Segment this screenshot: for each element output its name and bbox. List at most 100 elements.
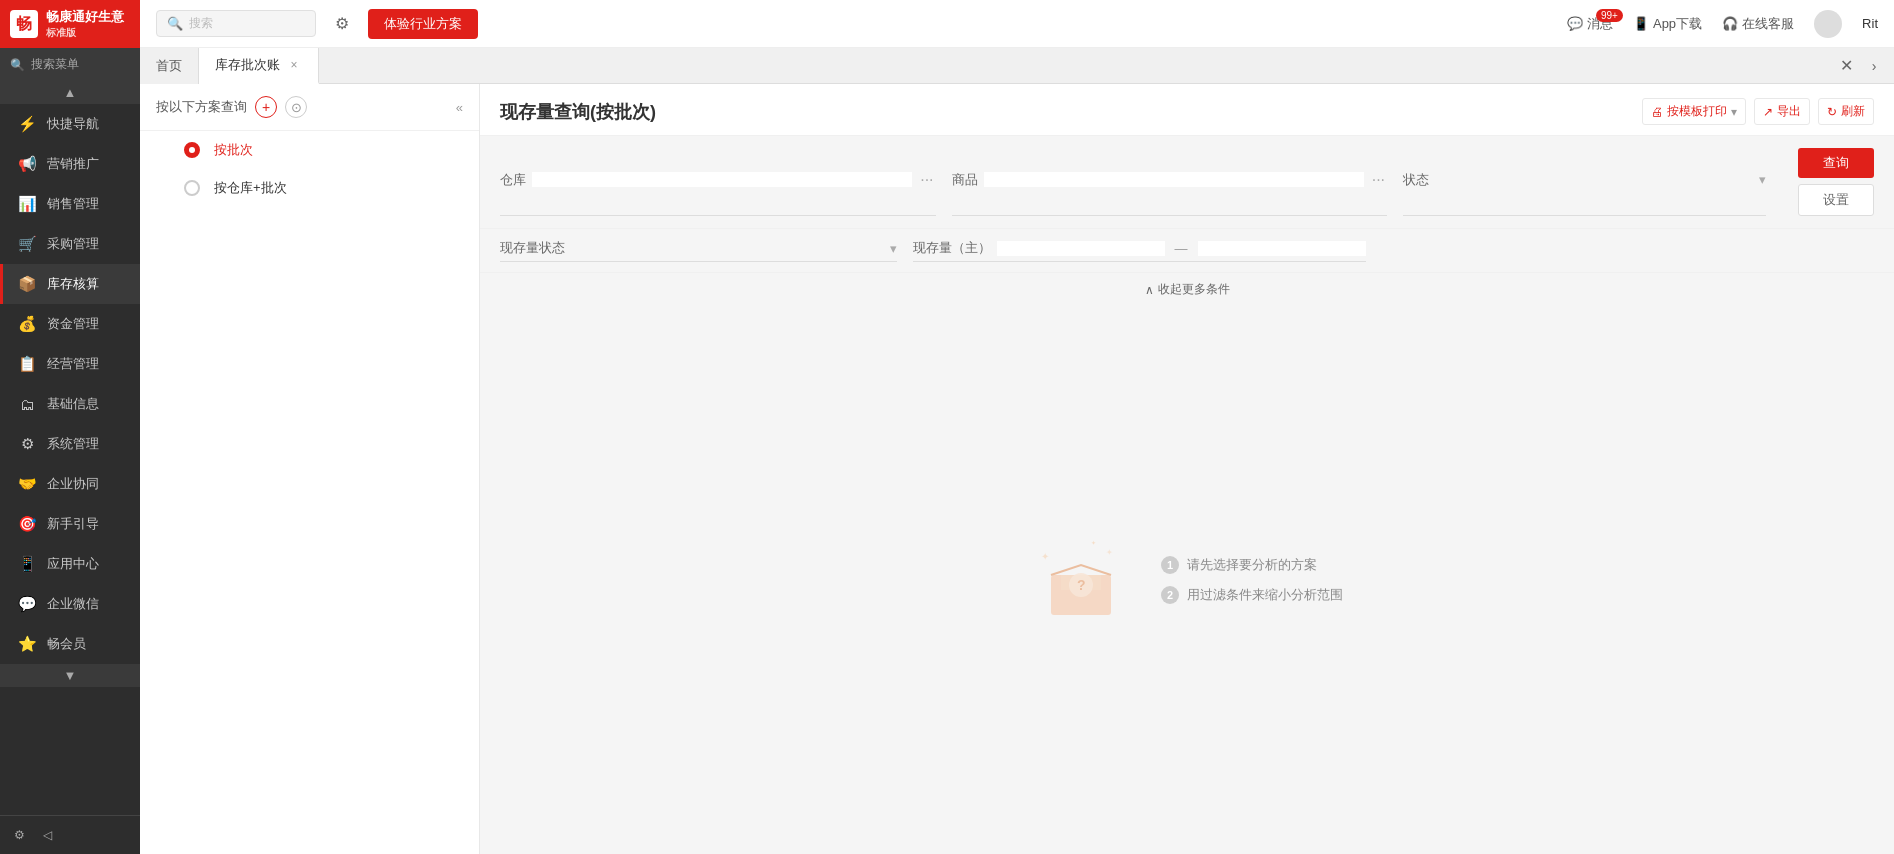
app-download-label: App下载 xyxy=(1653,15,1702,33)
sidebar-item-finance[interactable]: 💰 资金管理 xyxy=(0,304,140,344)
inventory-status-dropdown[interactable]: ▾ xyxy=(571,239,897,257)
status-field: 状态 ▾ xyxy=(1403,148,1766,216)
empty-state: ? ✦ ✦ ✦ 1 请先选择要分析的方案 2 用过滤条件来缩小分析范围 xyxy=(480,306,1894,854)
filter-option-warehouse-batch[interactable]: 按仓库+批次 xyxy=(140,169,479,207)
query-set-btns: 查询 设置 xyxy=(1782,148,1874,216)
topbar-search-icon: 🔍 xyxy=(167,16,183,31)
goods-input[interactable] xyxy=(984,172,1364,187)
sidebar-item-label: 经营管理 xyxy=(47,355,99,373)
filter-panel-header: 按以下方案查询 + ⊙ « xyxy=(140,84,479,131)
tab-close-btn[interactable]: × xyxy=(286,57,302,73)
status-dropdown-icon: ▾ xyxy=(1759,172,1766,187)
sidebar-search[interactable]: 🔍 搜索菜单 xyxy=(0,48,140,81)
search-icon: 🔍 xyxy=(10,58,25,72)
sidebar-item-quicknav[interactable]: ⚡ 快捷导航 xyxy=(0,104,140,144)
refresh-label: 刷新 xyxy=(1841,103,1865,120)
inventory-qty-label: 现存量（主） xyxy=(913,239,991,257)
sidebar-item-basic[interactable]: 🗂 基础信息 xyxy=(0,384,140,424)
goods-more-icon[interactable]: ··· xyxy=(1370,171,1387,189)
goods-label: 商品 xyxy=(952,171,978,189)
print-dropdown-icon[interactable]: ▾ xyxy=(1731,105,1737,119)
phone-icon: 📱 xyxy=(1633,16,1649,31)
messages-action[interactable]: 💬 消息 99+ xyxy=(1567,15,1613,33)
empty-tip-1: 1 请先选择要分析的方案 xyxy=(1161,556,1343,574)
enterprise-icon: 🤝 xyxy=(17,474,37,494)
page-title: 现存量查询(按批次) xyxy=(500,100,1642,124)
sidebar-item-business[interactable]: 📋 经营管理 xyxy=(0,344,140,384)
inventory-icon: 📦 xyxy=(17,274,37,294)
sidebar-settings-icon[interactable]: ⚙ xyxy=(10,824,29,846)
topbar-gear-icon[interactable]: ⚙ xyxy=(328,10,356,38)
settings-button[interactable]: 设置 xyxy=(1798,184,1874,216)
filter-option-label: 按批次 xyxy=(214,141,253,159)
refresh-btn[interactable]: ↻ 刷新 xyxy=(1818,98,1874,125)
empty-illustration: ? ✦ ✦ ✦ xyxy=(1031,530,1131,630)
tab-inventory-batch[interactable]: 库存批次账 × xyxy=(199,48,319,84)
inventory-qty-from[interactable] xyxy=(997,241,1165,256)
sidebar-item-label: 应用中心 xyxy=(47,555,99,573)
business-icon: 📋 xyxy=(17,354,37,374)
basic-icon: 🗂 xyxy=(17,394,37,414)
export-btn[interactable]: ↗ 导出 xyxy=(1754,98,1810,125)
app-logo: 畅 xyxy=(10,10,38,38)
collapse-more-btn[interactable]: ∧ 收起更多条件 xyxy=(480,273,1894,306)
username[interactable]: Rit xyxy=(1862,16,1878,31)
page-title-actions: 🖨 按模板打印 ▾ ↗ 导出 ↻ 刷新 xyxy=(1642,98,1874,125)
status-dropdown[interactable]: ▾ xyxy=(1435,171,1766,189)
sidebar-item-label: 库存核算 xyxy=(47,275,99,293)
warehouse-more-icon[interactable]: ··· xyxy=(918,171,935,189)
scroll-down-btn[interactable]: ▼ xyxy=(0,664,140,687)
tip-text-1: 请先选择要分析的方案 xyxy=(1187,556,1317,574)
svg-text:?: ? xyxy=(1077,577,1086,593)
print-icon: 🖨 xyxy=(1651,105,1663,119)
print-btn[interactable]: 🖨 按模板打印 ▾ xyxy=(1642,98,1746,125)
tabs-bar: 首页 库存批次账 × ✕ › xyxy=(140,48,1894,84)
warehouse-input[interactable] xyxy=(532,172,912,187)
tip-text-2: 用过滤条件来缩小分析范围 xyxy=(1187,586,1343,604)
sidebar-item-sales[interactable]: 📊 销售管理 xyxy=(0,184,140,224)
qty-dash: — xyxy=(1171,241,1192,256)
tabs-right: ✕ › xyxy=(1834,54,1894,78)
topbar-search[interactable]: 🔍 搜索 xyxy=(156,10,316,37)
sidebar-item-enterprise[interactable]: 🤝 企业协同 xyxy=(0,464,140,504)
trial-button[interactable]: 体验行业方案 xyxy=(368,9,478,39)
collapse-label: 收起更多条件 xyxy=(1158,281,1230,298)
sidebar-item-vip[interactable]: ⭐ 畅会员 xyxy=(0,624,140,664)
messages-badge: 99+ xyxy=(1596,9,1623,22)
svg-text:✦: ✦ xyxy=(1091,540,1096,546)
sidebar-item-marketing[interactable]: 📢 营销推广 xyxy=(0,144,140,184)
tab-close-all-icon[interactable]: ✕ xyxy=(1834,54,1858,78)
sidebar-item-inventory[interactable]: 📦 库存核算 xyxy=(0,264,140,304)
sidebar-item-newguide[interactable]: 🎯 新手引导 xyxy=(0,504,140,544)
panel-collapse-btn[interactable]: « xyxy=(456,100,463,115)
sidebar-item-system[interactable]: ⚙ 系统管理 xyxy=(0,424,140,464)
filter-option-batch[interactable]: 按批次 xyxy=(140,131,479,169)
sidebar-item-label: 销售管理 xyxy=(47,195,99,213)
query-button[interactable]: 查询 xyxy=(1798,148,1874,178)
sidebar-item-appcenter[interactable]: 📱 应用中心 xyxy=(0,544,140,584)
inventory-status-field: 现存量状态 ▾ xyxy=(500,239,897,262)
sidebar-nav: ▲ ⚡ 快捷导航 📢 营销推广 📊 销售管理 🛒 采购管理 📦 库存核算 💰 资… xyxy=(0,81,140,815)
tab-home[interactable]: 首页 xyxy=(140,48,199,84)
sidebar-collapse-icon[interactable]: ◁ xyxy=(39,824,56,846)
home-tab-label: 首页 xyxy=(156,57,182,75)
inventory-qty-to[interactable] xyxy=(1198,241,1366,256)
page-content: 按以下方案查询 + ⊙ « 按批次 xyxy=(140,84,1894,854)
filter-fields-row1: 仓库 ··· 商品 ··· 状态 ▾ xyxy=(480,136,1894,229)
scroll-up-btn[interactable]: ▲ xyxy=(0,81,140,104)
sidebar-item-purchase[interactable]: 🛒 采购管理 xyxy=(0,224,140,264)
app-download-action[interactable]: 📱 App下载 xyxy=(1633,15,1702,33)
wechat-icon: 💬 xyxy=(17,594,37,614)
add-scheme-btn[interactable]: + xyxy=(255,96,277,118)
online-service-action[interactable]: 🎧 在线客服 xyxy=(1722,15,1794,33)
sidebar-item-wechat[interactable]: 💬 企业微信 xyxy=(0,584,140,624)
user-avatar[interactable] xyxy=(1814,10,1842,38)
scheme-settings-btn[interactable]: ⊙ xyxy=(285,96,307,118)
sidebar-item-label: 快捷导航 xyxy=(47,115,99,133)
appcenter-icon: 📱 xyxy=(17,554,37,574)
sidebar-item-label: 畅会员 xyxy=(47,635,86,653)
tip-num-2: 2 xyxy=(1161,586,1179,604)
content-wrapper: 现存量查询(按批次) 🖨 按模板打印 ▾ ↗ 导出 ↻ 刷新 xyxy=(480,84,1894,854)
tab-right-arrow-icon[interactable]: › xyxy=(1862,54,1886,78)
warehouse-label: 仓库 xyxy=(500,171,526,189)
